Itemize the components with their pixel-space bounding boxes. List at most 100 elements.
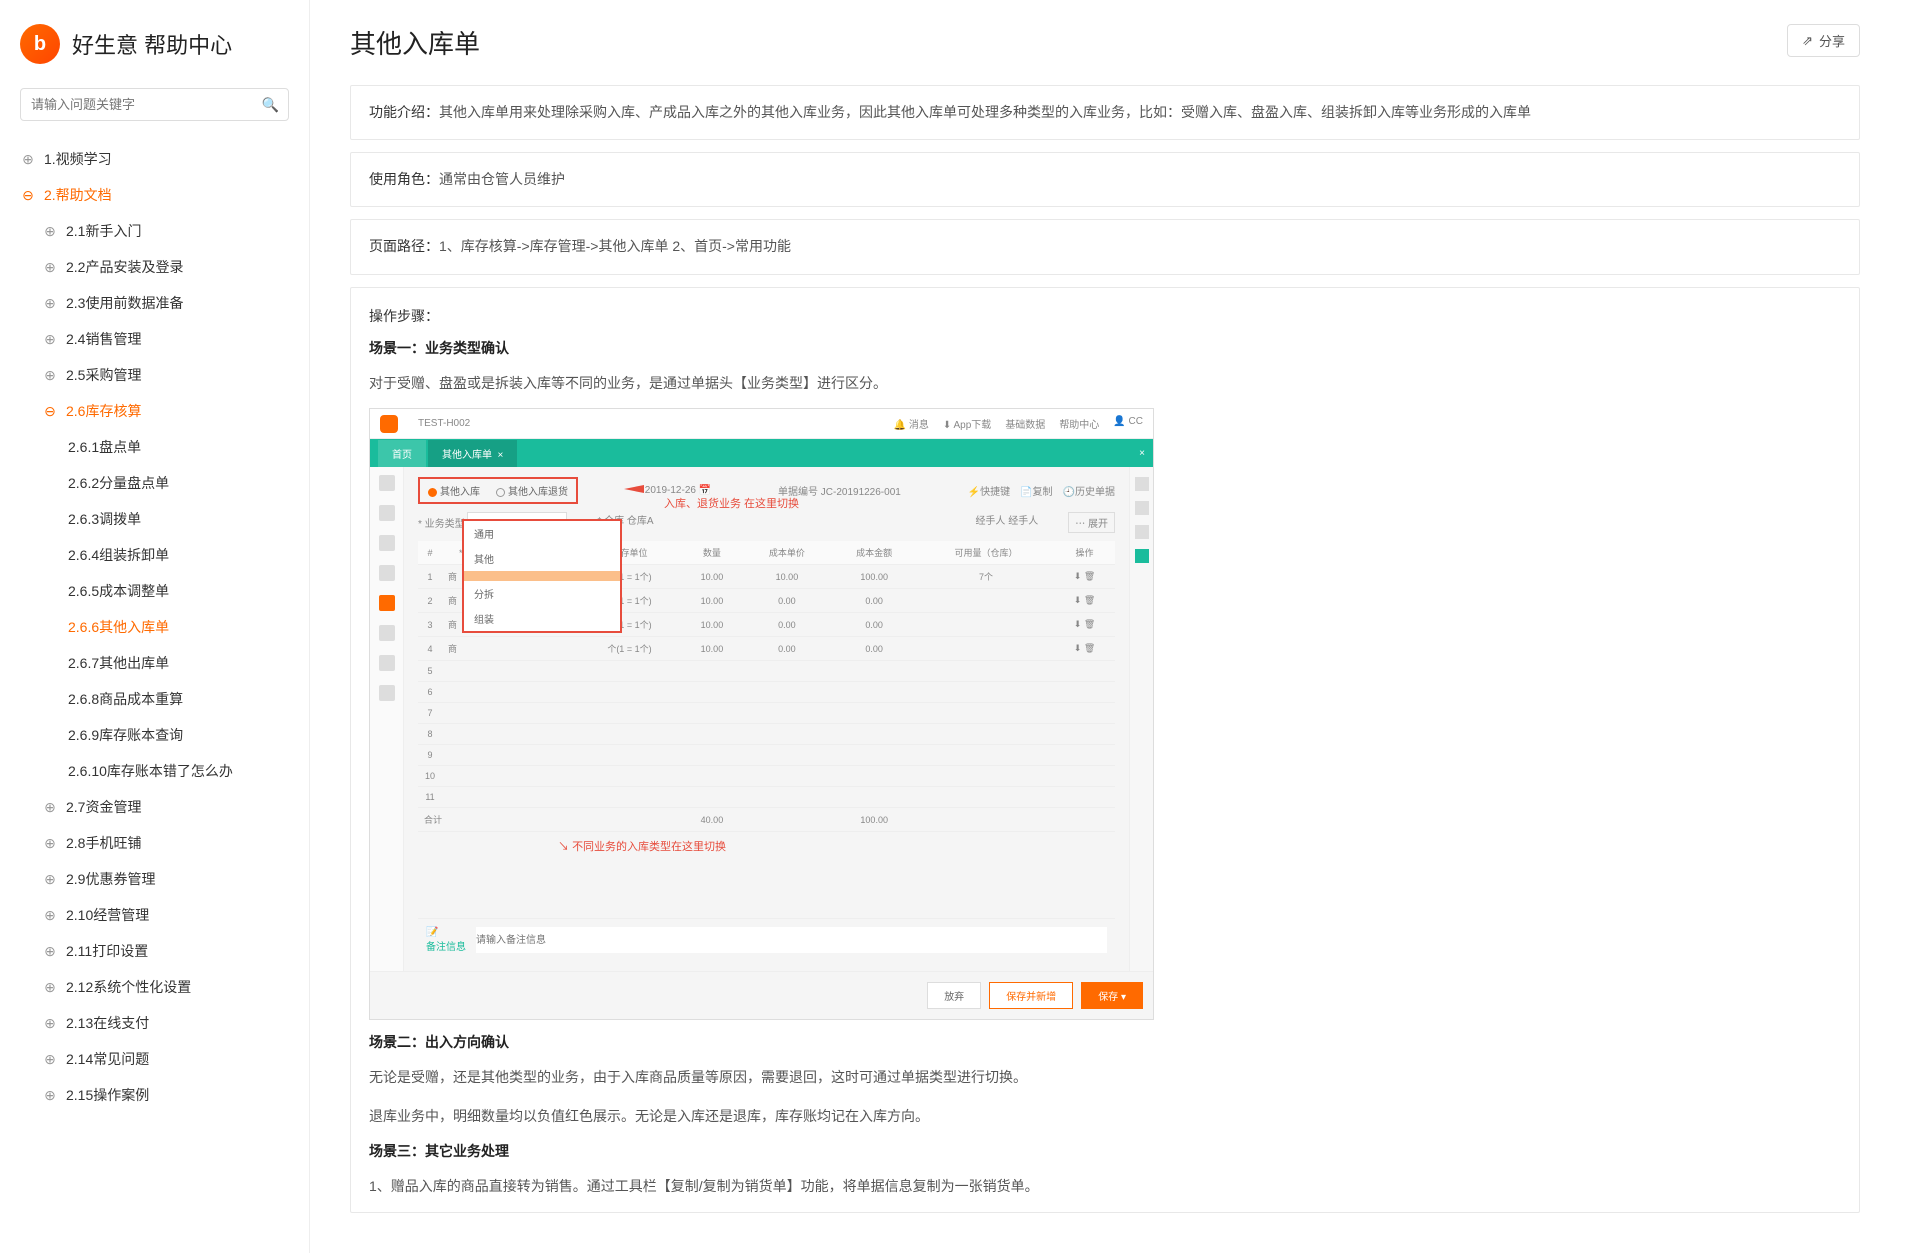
nav-item[interactable]: 2.6.1盘点单 xyxy=(20,429,289,465)
ss-nav-icon[interactable] xyxy=(379,475,395,491)
table-row[interactable]: 6 xyxy=(418,682,1115,703)
ss-account: TEST-H002 xyxy=(418,418,470,429)
ss-tab-close-all[interactable]: × xyxy=(1139,448,1145,459)
ss-nav-icon[interactable] xyxy=(379,565,395,581)
expand-icon: ⊕ xyxy=(42,367,58,383)
intro-box: 功能介绍：其他入库单用来处理除采购入库、产成品入库之外的其他入库业务，因此其他入… xyxy=(350,85,1860,140)
history-link[interactable]: 🕘历史单据 xyxy=(1063,483,1115,498)
intro-label: 功能介绍： xyxy=(369,104,439,120)
nav-item[interactable]: ⊕2.3使用前数据准备 xyxy=(20,285,289,321)
table-row[interactable]: 8 xyxy=(418,724,1115,745)
expand-icon: ⊕ xyxy=(42,331,58,347)
nav-label: 2.6.5成本调整单 xyxy=(68,581,169,601)
discard-button[interactable]: 放弃 xyxy=(927,982,981,1009)
nav-label: 2.9优惠券管理 xyxy=(66,869,155,889)
nav-item[interactable]: 2.6.4组装拆卸单 xyxy=(20,537,289,573)
ss-header-link[interactable]: ⬇ App下载 xyxy=(943,416,991,431)
nav-item[interactable]: ⊖2.6库存核算 xyxy=(20,393,289,429)
table-row[interactable]: 11 xyxy=(418,787,1115,808)
nav-item[interactable]: ⊕2.2产品安装及登录 xyxy=(20,249,289,285)
nav-label: 2.12系统个性化设置 xyxy=(66,977,191,997)
nav-item[interactable]: ⊕2.14常见问题 xyxy=(20,1041,289,1077)
expand-icon: ⊕ xyxy=(42,979,58,995)
nav-label: 2.10经营管理 xyxy=(66,905,149,925)
field-operator: 经手人 经手人 xyxy=(975,512,1038,533)
annotation-arrow xyxy=(624,483,644,494)
logo-icon: b xyxy=(20,24,60,64)
nav-item[interactable]: ⊕2.7资金管理 xyxy=(20,789,289,825)
nav-item[interactable]: 2.6.10库存账本错了怎么办 xyxy=(20,753,289,789)
nav-item[interactable]: 2.6.3调拨单 xyxy=(20,501,289,537)
nav-item[interactable]: 2.6.8商品成本重算 xyxy=(20,681,289,717)
scene1-text: 对于受赠、盘盈或是拆装入库等不同的业务，是通过单据头【业务类型】进行区分。 xyxy=(369,370,1841,397)
dropdown-option[interactable] xyxy=(464,571,620,581)
ss-header-link[interactable]: 基础数据 xyxy=(1005,416,1045,431)
expand-toggle[interactable]: ⋯ 展开 xyxy=(1068,512,1115,533)
nav-label: 2.13在线支付 xyxy=(66,1013,149,1033)
ss-nav-icon[interactable] xyxy=(379,685,395,701)
dropdown-option[interactable]: 通用 xyxy=(464,521,620,546)
nav-item[interactable]: ⊕2.8手机旺铺 xyxy=(20,825,289,861)
ss-header-link[interactable]: 帮助中心 xyxy=(1059,416,1099,431)
table-row[interactable]: 4商个(1 = 1个)10.000.000.00⬇ 🗑 xyxy=(418,637,1115,661)
ss-header-link[interactable]: 🔔 消息 xyxy=(894,416,929,431)
nav-label: 2.6.4组装拆卸单 xyxy=(68,545,169,565)
right-tool-icon[interactable] xyxy=(1135,549,1149,563)
search-icon[interactable]: 🔍 xyxy=(262,96,279,113)
nav-item[interactable]: 2.6.6其他入库单 xyxy=(20,609,289,645)
ss-nav-icon[interactable] xyxy=(379,595,395,611)
nav-item[interactable]: ⊕2.1新手入门 xyxy=(20,213,289,249)
nav-item[interactable]: ⊕2.11打印设置 xyxy=(20,933,289,969)
expand-icon: ⊕ xyxy=(20,151,36,167)
nav-item[interactable]: 2.6.7其他出库单 xyxy=(20,645,289,681)
ss-nav-icon[interactable] xyxy=(379,535,395,551)
nav-item[interactable]: ⊕ 2.13在线支付 xyxy=(20,1005,289,1041)
nav-label: 2.6库存核算 xyxy=(66,401,141,421)
nav-item[interactable]: ⊖2.帮助文档 xyxy=(20,177,289,213)
nav-item[interactable]: 2.6.5成本调整单 xyxy=(20,573,289,609)
search-input[interactable] xyxy=(20,88,289,121)
table-row[interactable]: 7 xyxy=(418,703,1115,724)
right-tool-icon[interactable] xyxy=(1135,477,1149,491)
ss-nav-icon[interactable] xyxy=(379,505,395,521)
ss-radio-group[interactable]: 其他入库 其他入库退货 xyxy=(418,477,578,504)
nav-item[interactable]: ⊕2.15操作案例 xyxy=(20,1077,289,1113)
copy-link[interactable]: 📄复制 xyxy=(1020,483,1052,498)
nav-item[interactable]: ⊕2.4销售管理 xyxy=(20,321,289,357)
share-button[interactable]: ⇗ 分享 xyxy=(1787,24,1860,57)
nav-item[interactable]: ⊕ 2.12系统个性化设置 xyxy=(20,969,289,1005)
scene2-text2: 退库业务中，明细数量均以负值红色展示。无论是入库还是退库，库存账均记在入库方向。 xyxy=(369,1103,1841,1130)
ss-avatar[interactable]: 👤 CC xyxy=(1113,416,1143,431)
nav-label: 2.14常见问题 xyxy=(66,1049,149,1069)
dropdown-option[interactable]: 其他 xyxy=(464,546,620,571)
nav-item[interactable]: 2.6.9库存账本查询 xyxy=(20,717,289,753)
ss-tab-home[interactable]: 首页 xyxy=(378,440,426,467)
table-row[interactable]: 9 xyxy=(418,745,1115,766)
table-row[interactable]: 10 xyxy=(418,766,1115,787)
ss-logo-icon xyxy=(380,415,398,433)
nav-label: 2.6.10库存账本错了怎么办 xyxy=(68,761,233,781)
nav-item[interactable]: ⊕2.9优惠券管理 xyxy=(20,861,289,897)
dropdown-option[interactable]: 组装 xyxy=(464,606,620,631)
nav-item[interactable]: ⊕ 1.视频学习 xyxy=(20,141,289,177)
expand-icon: ⊕ xyxy=(42,943,58,959)
expand-icon: ⊕ xyxy=(42,1015,58,1031)
ss-tab-doc[interactable]: 其他入库单 × xyxy=(428,440,517,467)
nav-item[interactable]: 2.6.2分量盘点单 xyxy=(20,465,289,501)
doc-no-value: JC-20191226-001 xyxy=(821,487,901,498)
right-tool-icon[interactable] xyxy=(1135,501,1149,515)
note-input[interactable] xyxy=(476,927,1107,953)
quick-link[interactable]: ⚡快捷键 xyxy=(968,483,1010,498)
nav-label: 1.视频学习 xyxy=(44,149,112,169)
table-row[interactable]: 5 xyxy=(418,661,1115,682)
ss-nav-icon[interactable] xyxy=(379,655,395,671)
ss-nav-icon[interactable] xyxy=(379,625,395,641)
nav-item[interactable]: ⊕2.10经营管理 xyxy=(20,897,289,933)
save-button[interactable]: 保存 ▾ xyxy=(1081,982,1143,1009)
right-tool-icon[interactable] xyxy=(1135,525,1149,539)
page-title: 其他入库单 xyxy=(350,24,480,61)
nav-item[interactable]: ⊕2.5采购管理 xyxy=(20,357,289,393)
ss-toolbar: ⚡快捷键 📄复制 🕘历史单据 xyxy=(968,483,1115,498)
save-new-button[interactable]: 保存并新增 xyxy=(989,982,1073,1009)
dropdown-option[interactable]: 分拆 xyxy=(464,581,620,606)
